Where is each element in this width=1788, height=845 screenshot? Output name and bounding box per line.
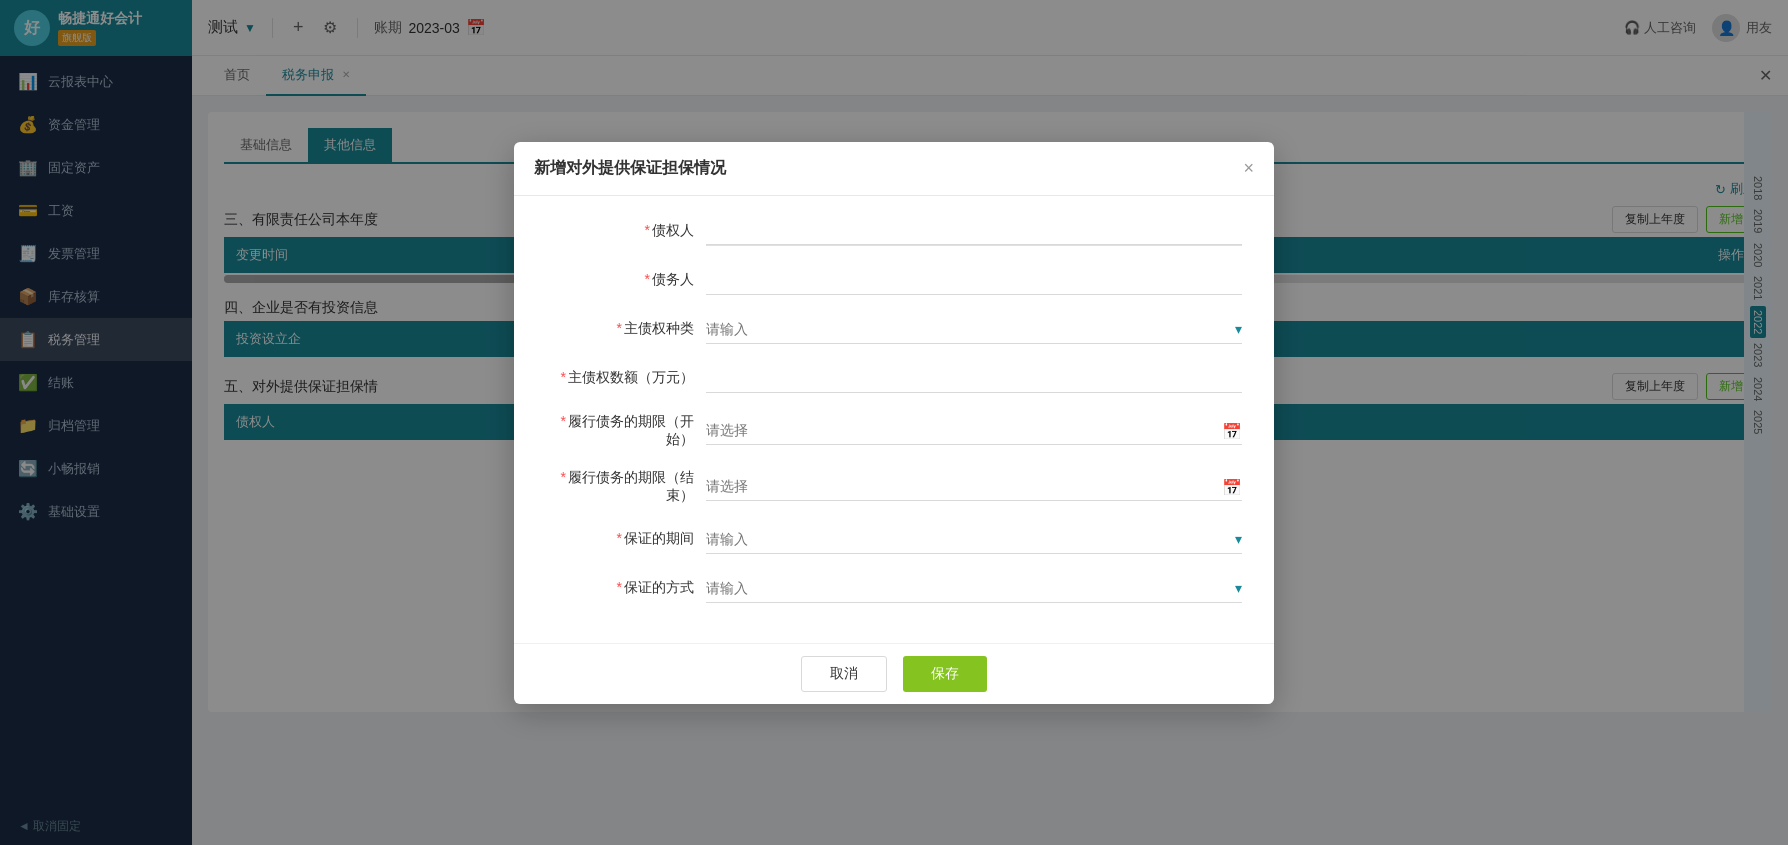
principal-debt-amount-label: *主债权数额（万元） bbox=[546, 369, 706, 387]
obligation-end-required: * bbox=[561, 469, 566, 485]
obligation-start-label-text: 履行债务的期限（开始） bbox=[568, 413, 694, 447]
dialog-title: 新增对外提供保证担保情况 bbox=[534, 158, 726, 179]
modal-overlay: 新增对外提供保证担保情况 × *债权人 *债务人 bbox=[0, 0, 1788, 845]
obligation-start-required: * bbox=[561, 413, 566, 429]
guarantee-method-input[interactable] bbox=[706, 574, 1242, 603]
obligation-end-control: 📅 bbox=[706, 472, 1242, 501]
principal-debt-amount-input[interactable] bbox=[706, 364, 1242, 393]
dialog: 新增对外提供保证担保情况 × *债权人 *债务人 bbox=[514, 142, 1274, 704]
obligation-start-control: 📅 bbox=[706, 416, 1242, 445]
form-row-creditor: *债权人 bbox=[546, 216, 1242, 246]
principal-debt-type-control: ▾ bbox=[706, 315, 1242, 344]
principal-debt-type-required: * bbox=[617, 320, 622, 336]
guarantee-period-label: *保证的期间 bbox=[546, 530, 706, 548]
principal-debt-amount-required: * bbox=[561, 369, 566, 385]
form-row-principal-debt-amount: *主债权数额（万元） bbox=[546, 364, 1242, 393]
principal-debt-type-label: *主债权种类 bbox=[546, 320, 706, 338]
debtor-label-text: 债务人 bbox=[652, 271, 694, 287]
debtor-required-mark: * bbox=[645, 271, 650, 287]
creditor-label: *债权人 bbox=[546, 222, 706, 240]
guarantee-period-required: * bbox=[617, 530, 622, 546]
form-row-guarantee-method: *保证的方式 ▾ bbox=[546, 574, 1242, 603]
obligation-start-label: *履行债务的期限（开始） bbox=[546, 413, 706, 449]
dialog-footer: 取消 保存 bbox=[514, 643, 1274, 704]
form-row-debtor: *债务人 bbox=[546, 266, 1242, 295]
form-row-obligation-end: *履行债务的期限（结束） 📅 bbox=[546, 469, 1242, 505]
guarantee-period-label-text: 保证的期间 bbox=[624, 530, 694, 546]
save-button[interactable]: 保存 bbox=[903, 656, 987, 692]
principal-debt-type-label-text: 主债权种类 bbox=[624, 320, 694, 336]
guarantee-method-label: *保证的方式 bbox=[546, 579, 706, 597]
obligation-end-label-text: 履行债务的期限（结束） bbox=[568, 469, 694, 503]
obligation-start-input[interactable] bbox=[706, 416, 1242, 445]
principal-debt-amount-control bbox=[706, 364, 1242, 393]
form-row-guarantee-period: *保证的期间 ▾ bbox=[546, 525, 1242, 554]
form-row-obligation-start: *履行债务的期限（开始） 📅 bbox=[546, 413, 1242, 449]
guarantee-period-control: ▾ bbox=[706, 525, 1242, 554]
guarantee-method-control: ▾ bbox=[706, 574, 1242, 603]
form-row-principal-debt-type: *主债权种类 ▾ bbox=[546, 315, 1242, 344]
principal-debt-type-input[interactable] bbox=[706, 315, 1242, 344]
creditor-required-mark: * bbox=[645, 222, 650, 238]
guarantee-method-label-text: 保证的方式 bbox=[624, 579, 694, 595]
principal-debt-amount-label-text: 主债权数额（万元） bbox=[568, 369, 694, 385]
dialog-header: 新增对外提供保证担保情况 × bbox=[514, 142, 1274, 196]
creditor-label-text: 债权人 bbox=[652, 222, 694, 238]
creditor-input[interactable] bbox=[706, 216, 1242, 245]
creditor-control bbox=[706, 216, 1242, 246]
obligation-end-label: *履行债务的期限（结束） bbox=[546, 469, 706, 505]
debtor-control bbox=[706, 266, 1242, 295]
debtor-label: *债务人 bbox=[546, 271, 706, 289]
obligation-end-input[interactable] bbox=[706, 472, 1242, 501]
dialog-body: *债权人 *债务人 *主债权种类 bbox=[514, 196, 1274, 643]
debtor-input[interactable] bbox=[706, 266, 1242, 295]
cancel-button[interactable]: 取消 bbox=[801, 656, 887, 692]
dialog-close-button[interactable]: × bbox=[1243, 159, 1254, 177]
guarantee-method-required: * bbox=[617, 579, 622, 595]
guarantee-period-input[interactable] bbox=[706, 525, 1242, 554]
